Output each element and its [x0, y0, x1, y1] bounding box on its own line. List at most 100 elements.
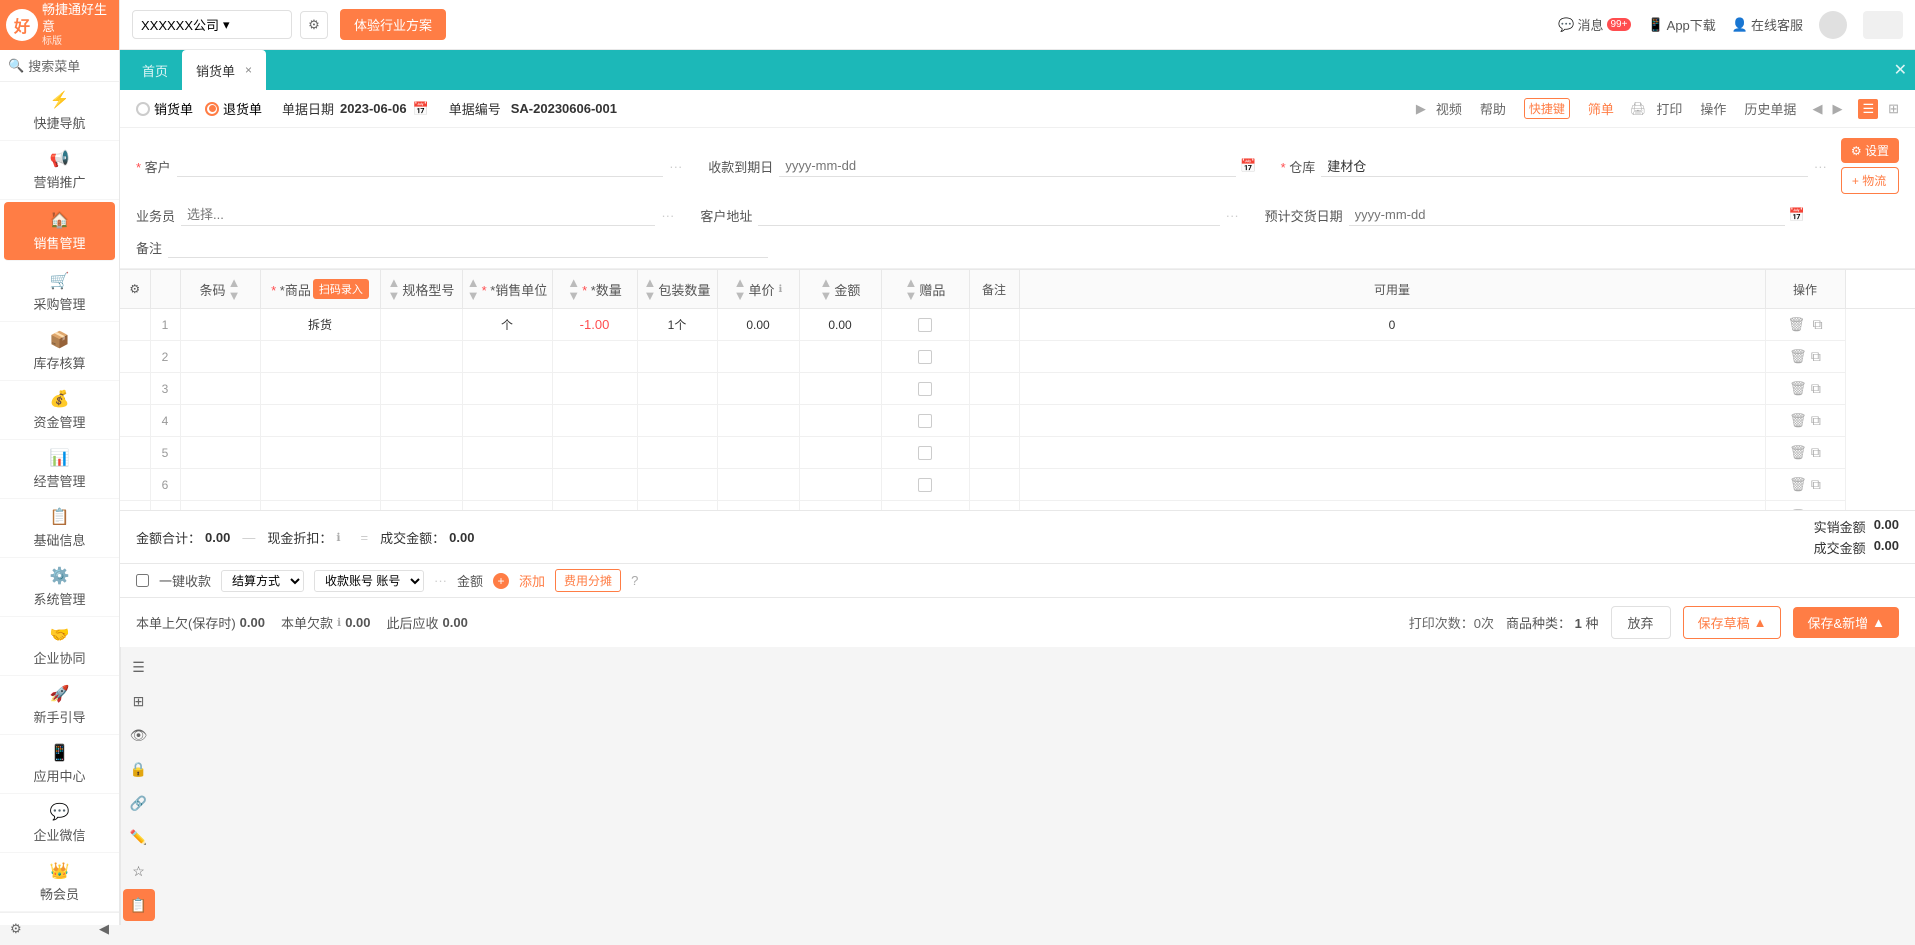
addr-dots[interactable]: ··· [1220, 208, 1245, 223]
delete-icon-1[interactable]: 🗑 [1787, 316, 1805, 332]
add-payment-btn[interactable]: + [493, 573, 509, 589]
sidebar-item-wechat[interactable]: 💬 企业微信 [0, 794, 119, 853]
th-config[interactable]: ⚙ [120, 270, 150, 309]
customer-addr-input[interactable] [758, 204, 1219, 226]
settings-icon[interactable]: ⚙ [10, 921, 22, 937]
toolbar-help[interactable]: 帮助 [1480, 99, 1506, 118]
toolbar-shortcut[interactable]: 快捷键 [1524, 98, 1570, 119]
sidebar-item-sales[interactable]: 🏠 销售管理 [4, 202, 115, 261]
right-panel-view-2[interactable]: ⊞ [123, 685, 155, 717]
warehouse-dots[interactable]: ··· [1808, 159, 1833, 174]
save-draft-button[interactable]: 保存草稿 ▲ [1683, 606, 1782, 639]
sort-unit[interactable]: ▲▼ [467, 276, 480, 302]
online-service-item[interactable]: 👤 在线客服 [1732, 15, 1803, 34]
nav-next-icon[interactable]: ▶ [1832, 101, 1842, 117]
tab-sales-order[interactable]: 销货单 × [182, 50, 266, 90]
remarks-input[interactable] [168, 236, 768, 258]
one-click-payment-checkbox[interactable] [136, 574, 149, 587]
delete-icon[interactable]: 🗑 [1789, 380, 1807, 396]
sort-gift[interactable]: ▲▼ [905, 276, 918, 302]
sort-spec[interactable]: ▲▼ [388, 276, 401, 302]
sort-qty[interactable]: ▲▼ [567, 276, 580, 302]
sidebar-item-finance[interactable]: 💰 资金管理 [0, 381, 119, 440]
payment-account-select[interactable]: 收款账号 账号 [314, 570, 424, 592]
sidebar-item-purchase[interactable]: 🛒 采购管理 [0, 263, 119, 322]
sort-pkg[interactable]: ▲▼ [644, 276, 657, 302]
copy-icon[interactable]: ⧉ [1811, 412, 1821, 428]
sidebar-item-system[interactable]: ⚙️ 系统管理 [0, 558, 119, 617]
tab-home[interactable]: 首页 [128, 50, 182, 90]
nav-prev-icon[interactable]: ◀ [1812, 101, 1822, 117]
radio-sales[interactable]: 销货单 [136, 99, 193, 118]
calendar-icon[interactable]: 📅 [413, 101, 429, 117]
sidebar-item-marketing[interactable]: 📢 营销推广 [0, 141, 119, 200]
sidebar-item-app-center[interactable]: 📱 应用中心 [0, 735, 119, 794]
row-barcode-1[interactable] [180, 309, 260, 341]
amount-dots[interactable]: ··· [434, 573, 447, 588]
copy-icon-1[interactable]: ⧉ [1813, 316, 1823, 332]
customer-dots[interactable]: ··· [663, 159, 688, 174]
sort-price[interactable]: ▲▼ [734, 276, 747, 302]
right-panel-link[interactable]: 🔗 [123, 787, 155, 819]
salesman-dots[interactable]: ··· [655, 208, 680, 223]
row-gift-1[interactable] [881, 309, 969, 341]
delivery-date-input[interactable] [1349, 204, 1785, 226]
app-download-item[interactable]: 📱 App下载 [1647, 15, 1715, 34]
copy-icon[interactable]: ⧉ [1811, 348, 1821, 364]
row-pkg-1[interactable]: 1个 [637, 309, 717, 341]
delete-icon[interactable]: 🗑 [1789, 348, 1807, 364]
sort-amount[interactable]: ▲▼ [820, 276, 833, 302]
copy-icon[interactable]: ⧉ [1811, 444, 1821, 460]
delete-icon[interactable]: 🗑 [1789, 476, 1807, 492]
sidebar-item-operation[interactable]: 📊 经营管理 [0, 440, 119, 499]
message-item[interactable]: 💬 消息 99+ [1558, 15, 1631, 34]
fee-split-btn[interactable]: 费用分摊 [555, 569, 621, 592]
copy-icon[interactable]: ⧉ [1811, 380, 1821, 396]
sidebar-item-collab[interactable]: 🤝 企业协同 [0, 617, 119, 676]
company-selector[interactable]: XXXXXX公司 ▾ [132, 10, 292, 39]
right-panel-clipboard[interactable]: 📋 [123, 889, 155, 921]
tab-close-icon[interactable]: × [245, 63, 252, 77]
sidebar-item-member[interactable]: 👑 畅会员 [0, 853, 119, 912]
logistics-button[interactable]: + 物流 [1841, 167, 1899, 194]
due-date-input[interactable] [779, 155, 1236, 177]
toolbar-filter[interactable]: 筛单 [1588, 99, 1614, 118]
list-icon-2[interactable]: ⊞ [1888, 101, 1899, 117]
calendar-icon-delivery[interactable]: 📅 [1785, 207, 1809, 223]
row-amount-1[interactable]: 0.00 [799, 309, 881, 341]
right-panel-eye[interactable]: 👁 [123, 719, 155, 751]
row-remark-1[interactable] [969, 309, 1019, 341]
sort-barcode[interactable]: ▲▼ [228, 276, 241, 302]
sidebar-item-guide[interactable]: 🚀 新手引导 [0, 676, 119, 735]
toolbar-action[interactable]: 操作 [1700, 99, 1726, 118]
delete-icon[interactable]: 🗑 [1789, 412, 1807, 428]
row-unit-1[interactable]: 个 [462, 309, 552, 341]
radio-return[interactable]: 退货单 [205, 99, 262, 118]
toolbar-video[interactable]: 视频 [1436, 99, 1462, 118]
toolbar-print[interactable]: 打印 [1656, 99, 1682, 118]
sidebar-item-quick-nav[interactable]: ⚡ 快捷导航 [0, 82, 119, 141]
delete-icon[interactable]: 🗑 [1789, 444, 1807, 460]
warehouse-input[interactable] [1321, 155, 1808, 177]
save-new-button[interactable]: 保存&新增 ▲ [1793, 607, 1899, 638]
right-panel-view-1[interactable]: ☰ [123, 651, 155, 683]
avatar[interactable] [1819, 11, 1847, 39]
row-goods-1[interactable]: 拆货 [260, 309, 380, 341]
trial-button[interactable]: 体验行业方案 [340, 9, 446, 40]
row-qty-1[interactable]: -1.00 [552, 309, 637, 341]
scan-btn[interactable]: 扫码录入 [313, 279, 369, 299]
sidebar-search[interactable]: 🔍 搜索菜单 [0, 50, 119, 82]
gear-button[interactable]: ⚙ [300, 11, 328, 39]
salesman-input[interactable] [181, 204, 655, 226]
avatar-name[interactable] [1863, 11, 1903, 39]
row-price-1[interactable]: 0.00 [717, 309, 799, 341]
customer-input[interactable] [177, 155, 664, 177]
toolbar-history[interactable]: 历史单据 [1744, 99, 1796, 118]
sidebar-item-inventory[interactable]: 📦 库存核算 [0, 322, 119, 381]
right-panel-star[interactable]: ☆ [123, 855, 155, 887]
payment-method-select[interactable]: 结算方式 [221, 570, 304, 592]
right-panel-lock[interactable]: 🔒 [123, 753, 155, 785]
discard-button[interactable]: 放弃 [1611, 606, 1671, 639]
sidebar-item-basic[interactable]: 📋 基础信息 [0, 499, 119, 558]
tab-window-close-icon[interactable]: ✕ [1894, 62, 1907, 79]
